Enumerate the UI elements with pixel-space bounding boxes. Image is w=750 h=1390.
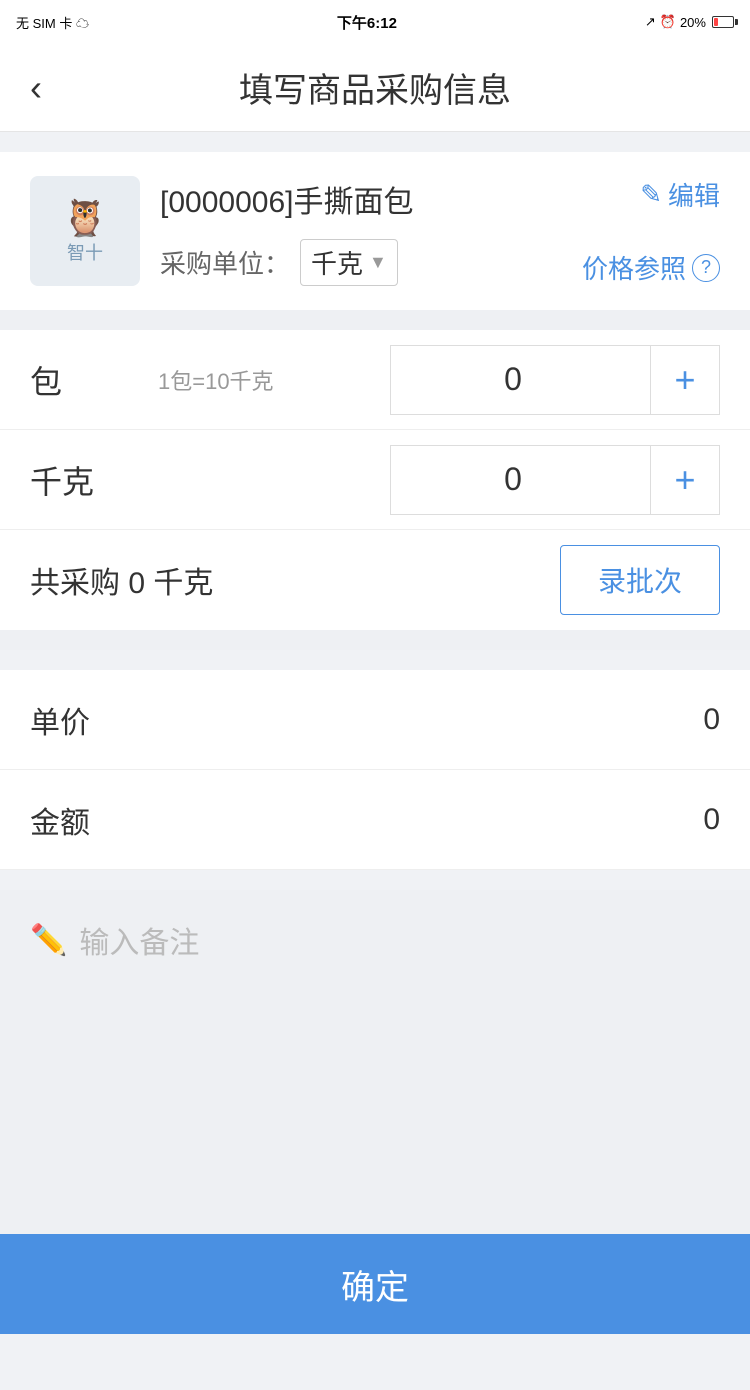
price-value: 0	[703, 703, 720, 737]
unit-dropdown-arrow: ▼	[369, 252, 387, 273]
unit-select[interactable]: 千克 ▼	[300, 239, 398, 286]
bag-input-row: 包 1包=10千克 +	[0, 330, 750, 430]
kg-input-right: +	[150, 445, 720, 515]
bag-sub-label: 1包=10千克	[158, 364, 274, 396]
amount-label: 金额	[30, 798, 90, 842]
price-row: 单价 0	[0, 670, 750, 770]
detail-section: 单价 0 金额 0	[0, 670, 750, 870]
status-bar: 无 SIM 卡 ☁ 下午6:12 ↗ ⏰ 20%	[0, 0, 750, 44]
battery-icon	[712, 16, 734, 28]
unit-label: 采购单位：	[160, 244, 290, 281]
kg-plus-button[interactable]: +	[650, 445, 720, 515]
note-placeholder: 输入备注	[79, 918, 199, 962]
product-name: [0000006]手撕面包	[160, 177, 720, 221]
divider-2	[0, 630, 750, 650]
status-time: 下午6:12	[337, 12, 397, 33]
help-icon: ?	[692, 254, 720, 282]
record-batch-button[interactable]: 录批次	[560, 545, 720, 615]
edit-icon: ✎	[640, 179, 662, 210]
pencil-icon: ✏️	[30, 923, 67, 958]
kg-quantity-input[interactable]	[390, 445, 650, 515]
product-logo-text: 智十	[63, 239, 108, 265]
bag-quantity-input[interactable]	[390, 345, 650, 415]
divider-1	[0, 310, 750, 330]
unit-value: 千克	[311, 244, 363, 281]
product-card: 🦉 智十 [0000006]手撕面包 采购单位： 千克 ▼ ✎ 编辑 价格参照 …	[0, 152, 750, 310]
battery-percent: 20%	[680, 15, 706, 30]
edit-button[interactable]: ✎ 编辑	[640, 176, 720, 213]
location-icon: ↗	[645, 14, 656, 30]
amount-row: 金额 0	[0, 770, 750, 870]
product-logo-icon: 🦉	[63, 197, 108, 239]
confirm-button[interactable]: 确定	[0, 1234, 750, 1334]
nav-bar: ‹ 填写商品采购信息	[0, 44, 750, 132]
price-ref-label: 价格参照	[582, 249, 686, 286]
price-ref-button[interactable]: 价格参照 ?	[582, 249, 720, 286]
edit-label: 编辑	[668, 176, 720, 213]
kg-input-row: 千克 +	[0, 430, 750, 530]
bag-label: 包	[30, 357, 150, 403]
product-image: 🦉 智十	[30, 176, 140, 286]
kg-label: 千克	[30, 457, 150, 503]
bag-input-right: +	[274, 345, 720, 415]
alarm-icon: ⏰	[660, 14, 676, 30]
input-section: 包 1包=10千克 + 千克 + 共采购 0 千克 录批次	[0, 330, 750, 630]
price-label: 单价	[30, 698, 90, 742]
back-button[interactable]: ‹	[30, 67, 42, 109]
status-right: ↗ ⏰ 20%	[645, 14, 734, 30]
bag-plus-button[interactable]: +	[650, 345, 720, 415]
page-title: 填写商品采购信息	[239, 63, 511, 112]
status-signal: 无 SIM 卡 ☁	[16, 13, 89, 32]
note-section[interactable]: ✏️ 输入备注	[0, 890, 750, 990]
summary-row: 共采购 0 千克 录批次	[0, 530, 750, 630]
amount-value: 0	[703, 803, 720, 837]
summary-text: 共采购 0 千克	[30, 558, 213, 602]
